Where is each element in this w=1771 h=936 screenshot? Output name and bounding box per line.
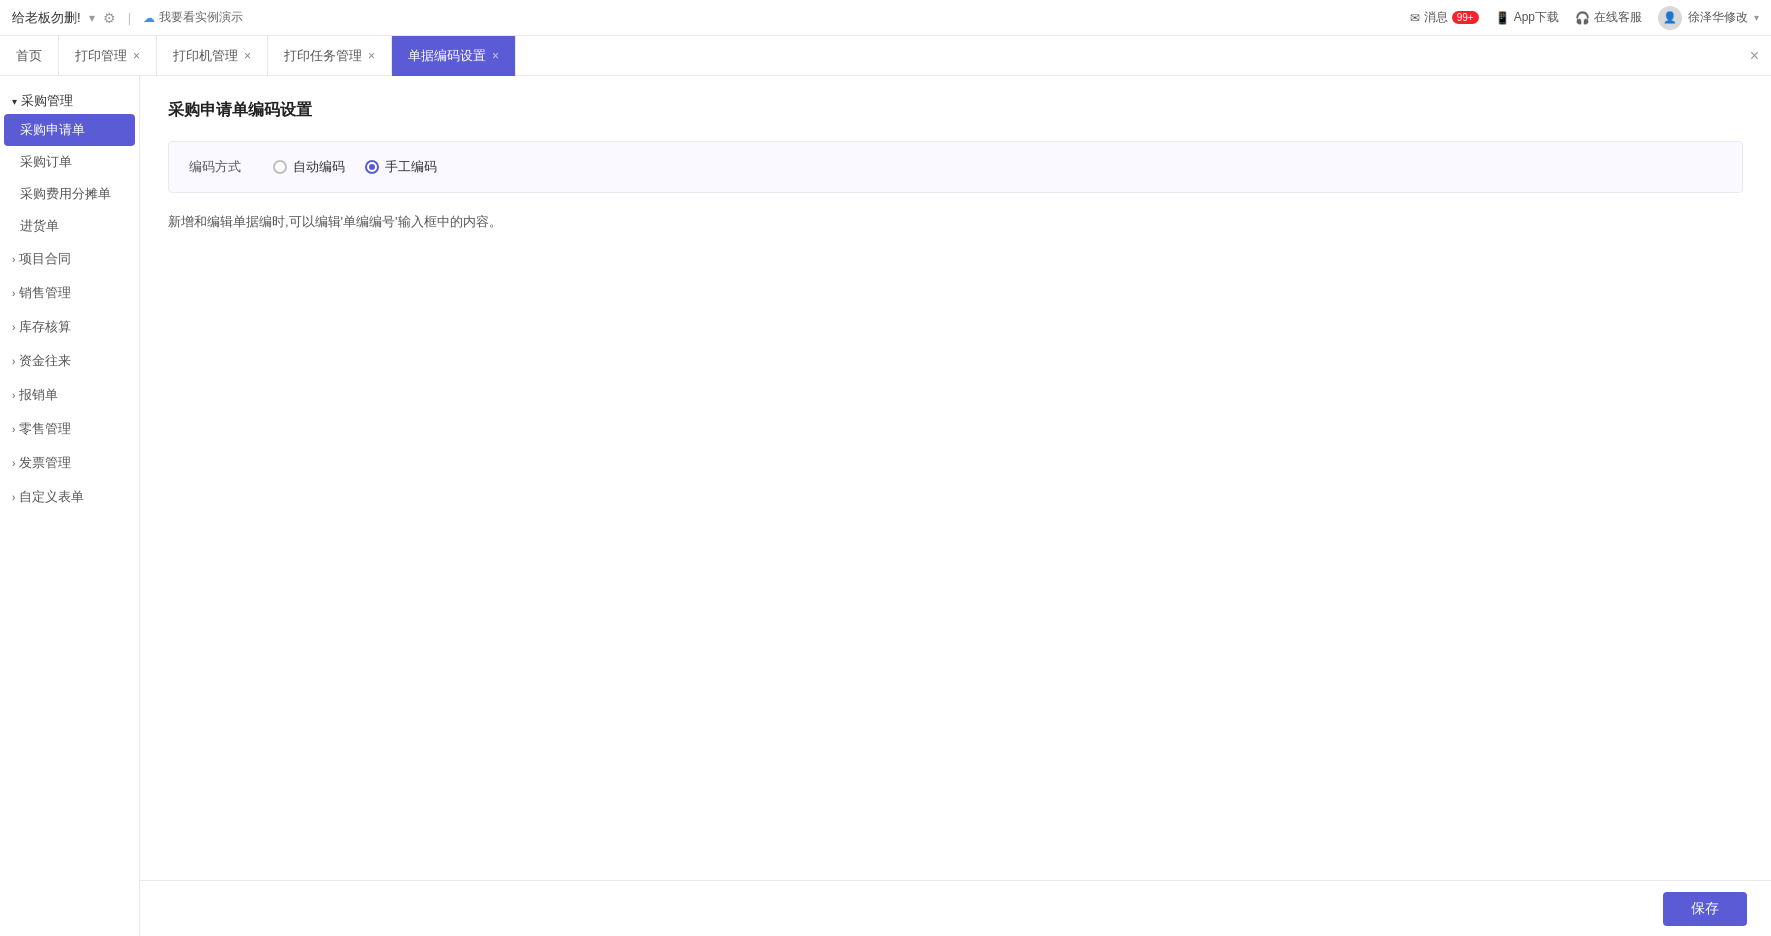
auto-code-radio[interactable]: 自动编码: [273, 158, 345, 176]
cloud-icon: ☁: [143, 11, 155, 25]
phone-icon: 📱: [1495, 11, 1510, 25]
save-button[interactable]: 保存: [1663, 892, 1747, 926]
tab-close-all[interactable]: ×: [1738, 47, 1771, 65]
sidebar-group-retail[interactable]: › 零售管理: [0, 412, 139, 446]
sales-arrow-icon: ›: [12, 288, 15, 299]
sidebar-item-purchase-order[interactable]: 采购订单: [0, 146, 139, 178]
encoding-row: 编码方式 自动编码 手工编码: [189, 158, 1722, 176]
custom-form-arrow-icon: ›: [12, 492, 15, 503]
sidebar-group-custom-form[interactable]: › 自定义表单: [0, 480, 139, 514]
user-area[interactable]: 👤 徐泽华修改 ▾: [1658, 6, 1759, 30]
inventory-arrow-icon: ›: [12, 322, 15, 333]
retail-arrow-icon: ›: [12, 424, 15, 435]
tab-close-print-manage[interactable]: ×: [133, 49, 140, 63]
encoding-label: 编码方式: [189, 158, 241, 176]
tab-printer-manage[interactable]: 打印机管理 ×: [157, 36, 268, 76]
tab-single-code[interactable]: 单据编码设置 ×: [392, 36, 516, 76]
message-badge: 99+: [1452, 11, 1479, 24]
sidebar-group-sales-return[interactable]: › 报销单: [0, 378, 139, 412]
brand-text: 给老板勿删!: [12, 9, 81, 27]
tab-close-print-task[interactable]: ×: [368, 49, 375, 63]
avatar: 👤: [1658, 6, 1682, 30]
manual-code-radio[interactable]: 手工编码: [365, 158, 437, 176]
sales-return-arrow-icon: ›: [12, 390, 15, 401]
tab-print-task[interactable]: 打印任务管理 ×: [268, 36, 392, 76]
top-bar-right: ✉ 消息 99+ 📱 App下载 🎧 在线客服 👤 徐泽华修改 ▾: [1410, 6, 1759, 30]
description-text: 新增和编辑单据编时,可以编辑'单编编号'输入框中的内容。: [168, 213, 1743, 231]
tab-bar: 首页 打印管理 × 打印机管理 × 打印任务管理 × 单据编码设置 × ×: [0, 36, 1771, 76]
sidebar-group-sales[interactable]: › 销售管理: [0, 276, 139, 310]
brand-dropdown-icon[interactable]: ▾: [89, 11, 95, 25]
auto-code-radio-circle: [273, 160, 287, 174]
settings-icon[interactable]: ⚙: [103, 10, 116, 26]
sidebar-group-inventory[interactable]: › 库存核算: [0, 310, 139, 344]
username: 徐泽华修改: [1688, 9, 1748, 26]
project-contract-arrow-icon: ›: [12, 254, 15, 265]
purchase-arrow-icon: ▾: [12, 96, 17, 107]
user-dropdown-icon: ▾: [1754, 12, 1759, 23]
manual-code-radio-circle: [365, 160, 379, 174]
top-bar-left: 给老板勿删! ▾ ⚙ | ☁ 我要看实例演示: [12, 9, 243, 27]
sidebar: ▾ 采购管理 采购申请单 采购订单 采购费用分摊单 进货单 › 项目合同 › 销…: [0, 76, 140, 936]
demo-link[interactable]: ☁ 我要看实例演示: [143, 9, 243, 26]
main-content: 采购申请单编码设置 编码方式 自动编码 手工编码: [140, 76, 1771, 936]
page-title: 采购申请单编码设置: [168, 100, 1743, 121]
tab-print-manage[interactable]: 打印管理 ×: [59, 36, 157, 76]
content-area: 采购申请单编码设置 编码方式 自动编码 手工编码: [140, 76, 1771, 880]
sidebar-group-invoice[interactable]: › 发票管理: [0, 446, 139, 480]
service-icon: 🎧: [1575, 11, 1590, 25]
footer-bar: 保存: [140, 880, 1771, 936]
message-button[interactable]: ✉ 消息 99+: [1410, 9, 1479, 26]
invoice-arrow-icon: ›: [12, 458, 15, 469]
capital-arrow-icon: ›: [12, 356, 15, 367]
top-bar: 给老板勿删! ▾ ⚙ | ☁ 我要看实例演示 ✉ 消息 99+ 📱 App下载 …: [0, 0, 1771, 36]
tab-home[interactable]: 首页: [0, 36, 59, 76]
online-service-button[interactable]: 🎧 在线客服: [1575, 9, 1642, 26]
layout: ▾ 采购管理 采购申请单 采购订单 采购费用分摊单 进货单 › 项目合同 › 销…: [0, 76, 1771, 936]
sidebar-item-receipt[interactable]: 进货单: [0, 210, 139, 242]
encoding-section: 编码方式 自动编码 手工编码: [168, 141, 1743, 193]
tab-close-printer-manage[interactable]: ×: [244, 49, 251, 63]
tab-close-single-code[interactable]: ×: [492, 49, 499, 63]
sidebar-group-capital[interactable]: › 资金往来: [0, 344, 139, 378]
message-icon: ✉: [1410, 11, 1420, 25]
sidebar-group-purchase[interactable]: ▾ 采购管理: [0, 84, 139, 114]
sidebar-group-project-contract[interactable]: › 项目合同: [0, 242, 139, 276]
sidebar-item-purchase-expense[interactable]: 采购费用分摊单: [0, 178, 139, 210]
radio-group: 自动编码 手工编码: [273, 158, 437, 176]
app-download-button[interactable]: 📱 App下载: [1495, 9, 1559, 26]
sidebar-item-purchase-request[interactable]: 采购申请单: [4, 114, 135, 146]
